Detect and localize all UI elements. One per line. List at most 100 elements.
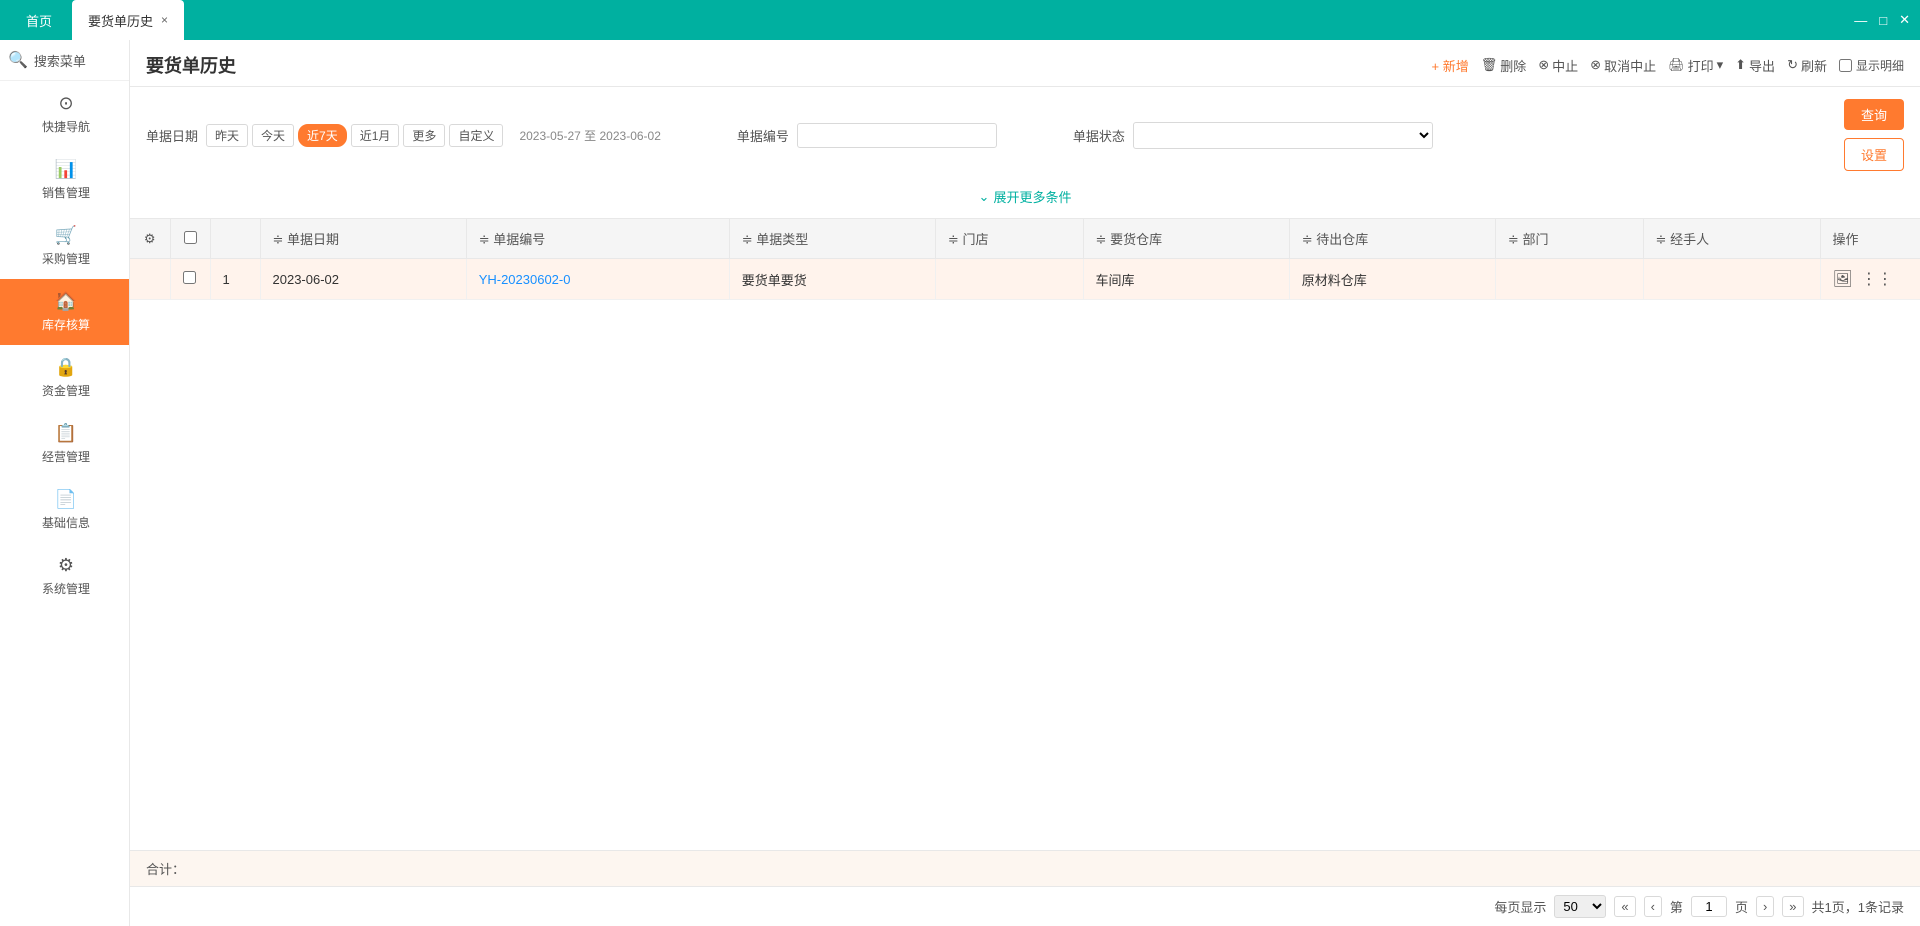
search-icon: 🔍 [8,50,28,70]
date-btn-more[interactable]: 更多 [403,124,445,147]
sidebar-item-operations[interactable]: 📋 经营管理 [0,411,129,477]
page-size-select[interactable]: 50 100 [1554,895,1606,918]
sidebar-item-label: 经营管理 [42,448,90,465]
window-minimize-icon[interactable]: — [1854,13,1867,28]
date-btn-1month[interactable]: 近1月 [351,124,400,147]
col-department[interactable]: ≑ 部门 [1495,219,1643,259]
sidebar-item-basic-info[interactable]: 📄 基础信息 [0,477,129,543]
row-action-btns: 🖼 ⋮⋮ [1833,269,1909,289]
last-page-btn[interactable]: » [1782,896,1803,917]
row-order-type: 要货单要货 [729,259,935,300]
table-area: ⚙ ≑ 单据日期 ≑ 单据编号 ≑ 单据类型 [130,219,1920,850]
row-date: 2023-06-02 [260,259,466,300]
table-header-row: ⚙ ≑ 单据日期 ≑ 单据编号 ≑ 单据类型 [130,219,1920,259]
col-settings[interactable]: ⚙ [130,219,170,259]
query-button[interactable]: 查询 [1844,99,1904,130]
tab-requisition-history[interactable]: 要货单历史 × [72,0,184,40]
sidebar-item-purchase[interactable]: 🛒 采购管理 [0,213,129,279]
status-select[interactable] [1133,122,1433,149]
col-handler[interactable]: ≑ 经手人 [1643,219,1820,259]
finance-icon: 🔒 [55,357,77,378]
filter-area: 单据日期 昨天 今天 近7天 近1月 更多 自定义 2023-05-27 至 2… [130,87,1920,219]
add-button[interactable]: + 新增 [1431,56,1468,75]
next-page-btn[interactable]: › [1756,896,1774,917]
date-btn-7days[interactable]: 近7天 [298,124,347,147]
inventory-icon: 🏠 [55,291,77,312]
date-filter-btns: 昨天 今天 近7天 近1月 更多 自定义 [206,124,503,147]
tab-close-icon[interactable]: × [161,13,168,27]
page-of-label: 页 [1735,897,1748,916]
row-handler [1643,259,1820,300]
sidebar-item-quick-nav[interactable]: ⊙ 快捷导航 [0,81,129,147]
sidebar-item-label: 基础信息 [42,514,90,531]
date-btn-custom[interactable]: 自定义 [449,124,503,147]
col-date[interactable]: ≑ 单据日期 [260,219,466,259]
toolbar: + 新增 🗑 删除 ⊗ 中止 ⊗ 取消中止 🖨 打印 ▾ [1431,56,1904,75]
main-layout: 🔍 搜索菜单 ⊙ 快捷导航 📊 销售管理 🛒 采购管理 🏠 库存核算 🔒 资金管… [0,40,1920,926]
date-btn-yesterday[interactable]: 昨天 [206,124,248,147]
status-label: 单据状态 [1073,126,1125,145]
settings-button[interactable]: 设置 [1844,138,1904,171]
col-order-no[interactable]: ≑ 单据编号 [466,219,729,259]
date-range-text: 2023-05-27 至 2023-06-02 [519,127,660,144]
sidebar-search[interactable]: 🔍 搜索菜单 [0,40,129,81]
show-detail-checkbox[interactable]: 显示明细 [1839,57,1904,74]
sidebar: 🔍 搜索菜单 ⊙ 快捷导航 📊 销售管理 🛒 采购管理 🏠 库存核算 🔒 资金管… [0,40,130,926]
sidebar-item-sales[interactable]: 📊 销售管理 [0,147,129,213]
quick-nav-icon: ⊙ [58,93,73,114]
delete-button[interactable]: 🗑 删除 [1481,56,1527,75]
row-req-warehouse: 车间库 [1083,259,1289,300]
prev-page-btn[interactable]: ‹ [1644,896,1662,917]
row-order-no[interactable]: YH-20230602-0 [466,259,729,300]
row-actions: 🖼 ⋮⋮ [1820,259,1920,300]
page-number-input[interactable] [1691,896,1727,917]
order-no-filter: 单据编号 [737,123,997,148]
col-req-warehouse[interactable]: ≑ 要货仓库 [1083,219,1289,259]
row-more-btn[interactable]: ⋮⋮ [1861,269,1893,289]
first-page-btn[interactable]: « [1614,896,1635,917]
cancel-stop-button[interactable]: ⊗ 取消中止 [1590,56,1656,75]
print-dropdown-icon: ▾ [1717,57,1724,73]
export-icon: ⬆ [1735,57,1746,73]
delete-icon: 🗑 [1481,57,1498,73]
row-settings [130,259,170,300]
stop-icon: ⊗ [1538,57,1549,73]
status-filter: 单据状态 [1073,122,1433,149]
date-btn-today[interactable]: 今天 [252,124,294,147]
top-right-area: — □ ✕ [1854,12,1910,28]
expand-filter-btn[interactable]: ⌄ 展开更多条件 [979,187,1072,206]
export-button[interactable]: ⬆ 导出 [1735,56,1775,75]
col-pending-warehouse[interactable]: ≑ 待出仓库 [1289,219,1495,259]
row-seq: 1 [210,259,260,300]
operations-icon: 📋 [55,423,77,444]
sidebar-item-finance[interactable]: 🔒 资金管理 [0,345,129,411]
page-header: 要货单历史 + 新增 🗑 删除 ⊗ 中止 ⊗ 取消中止 🖨 打印 [130,40,1920,87]
window-close-icon[interactable]: ✕ [1899,12,1910,28]
order-no-link[interactable]: YH-20230602-0 [479,272,571,287]
cancel-stop-icon: ⊗ [1590,57,1601,73]
refresh-button[interactable]: ↻ 刷新 [1787,56,1827,75]
stop-button[interactable]: ⊗ 中止 [1538,56,1578,75]
window-maximize-icon[interactable]: □ [1879,13,1887,28]
col-store[interactable]: ≑ 门店 [935,219,1083,259]
sidebar-item-system[interactable]: ⚙ 系统管理 [0,543,129,609]
show-detail-input[interactable] [1839,59,1852,72]
page-label: 第 [1670,897,1683,916]
print-button[interactable]: 🖨 打印 ▾ [1668,56,1723,75]
data-table: ⚙ ≑ 单据日期 ≑ 单据编号 ≑ 单据类型 [130,219,1920,300]
col-checkbox[interactable] [170,219,210,259]
tab-home[interactable]: 首页 [10,0,68,40]
row-view-btn[interactable]: 🖼 [1833,269,1853,289]
sidebar-item-inventory[interactable]: 🏠 库存核算 [0,279,129,345]
row-department [1495,259,1643,300]
sidebar-item-label: 快捷导航 [42,118,90,135]
sidebar-item-label: 资金管理 [42,382,90,399]
col-order-type[interactable]: ≑ 单据类型 [729,219,935,259]
order-no-input[interactable] [797,123,997,148]
purchase-icon: 🛒 [55,225,77,246]
print-icon: 🖨 [1668,57,1685,73]
select-all-checkbox[interactable] [184,231,197,244]
row-checkbox[interactable] [170,259,210,300]
total-info: 共1页，1条记录 [1812,897,1904,916]
row-store [935,259,1083,300]
